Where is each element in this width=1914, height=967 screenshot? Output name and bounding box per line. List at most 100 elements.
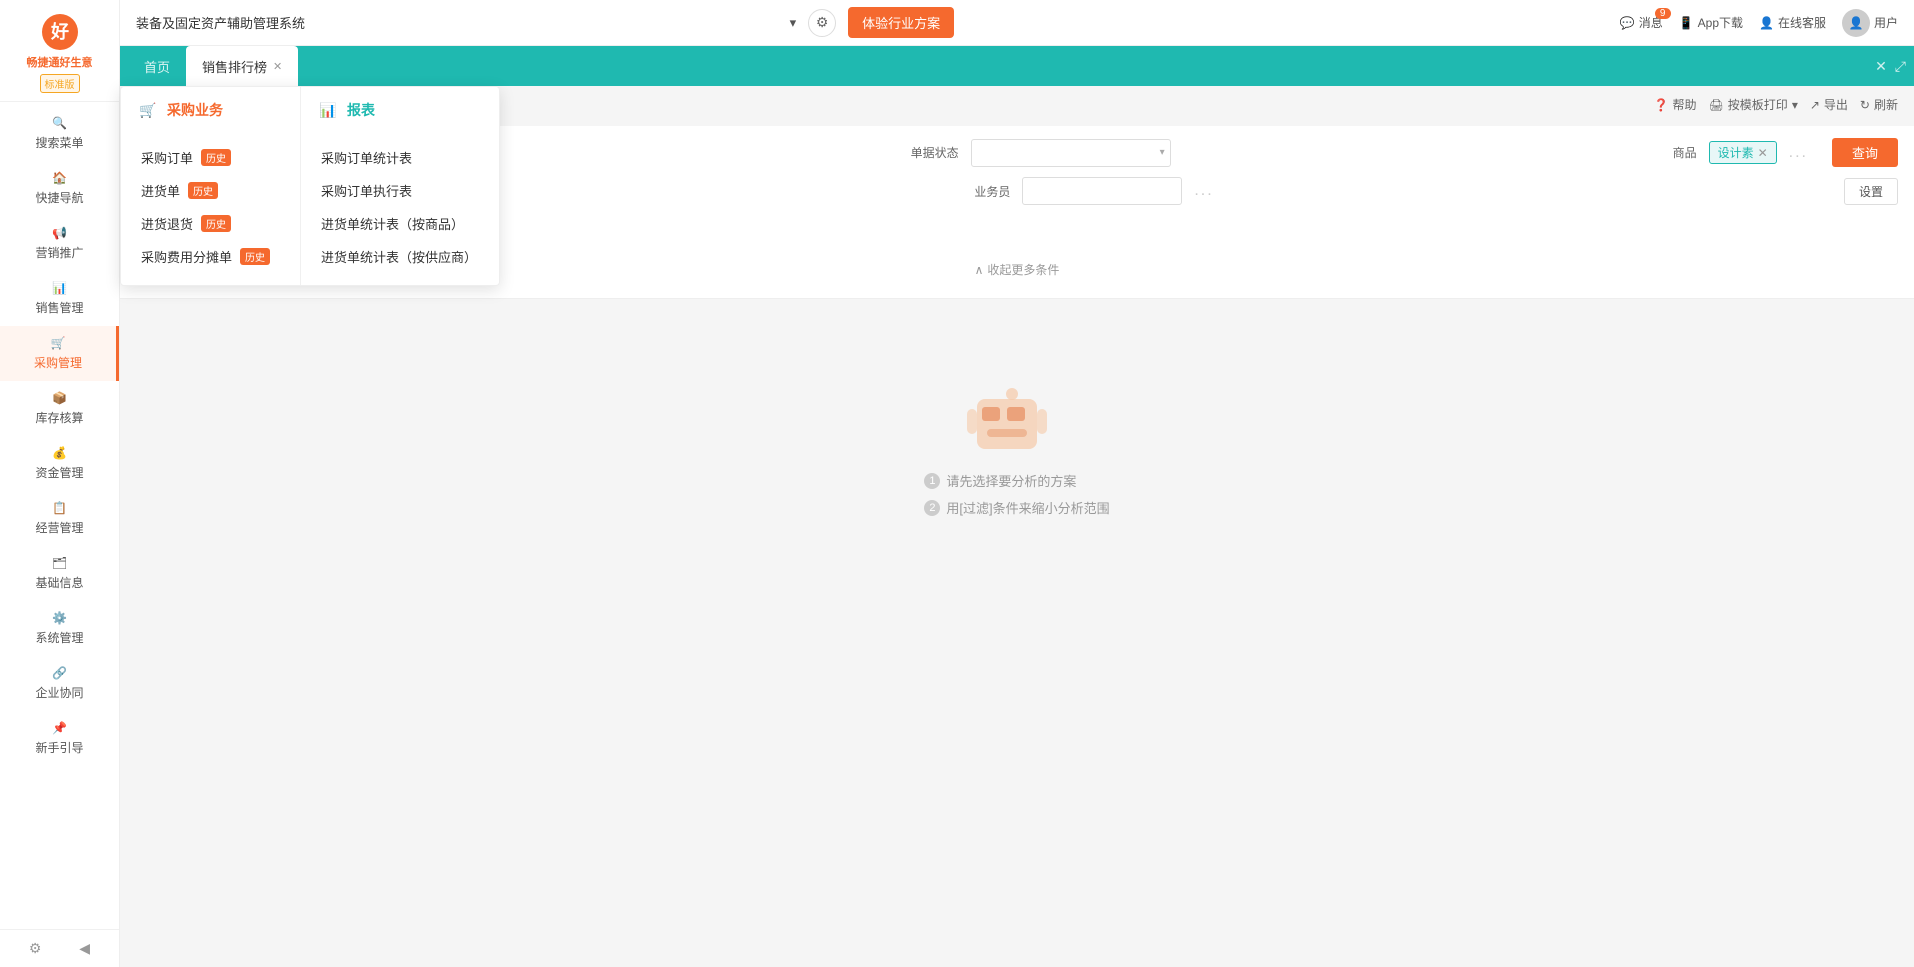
sidebar-item-quicknav[interactable]: 🏠 快捷导航 <box>0 161 119 216</box>
menu-purchase-order-exec[interactable]: 采购订单执行表 <box>317 174 481 207</box>
export-label: 导出 <box>1824 96 1848 113</box>
system-dropdown[interactable]: ▾ <box>790 15 797 31</box>
inbound-stats-supplier-label: 进货单统计表（按供应商） <box>321 247 477 266</box>
sidebar-item-search[interactable]: 🔍 搜索菜单 <box>0 106 119 161</box>
online-service-label: 在线客服 <box>1778 14 1826 31</box>
salesperson-more-btn[interactable]: ... <box>1194 182 1213 200</box>
sidebar-item-marketing[interactable]: 📢 营销推广 <box>0 216 119 271</box>
help-link[interactable]: ❓ 帮助 <box>1654 96 1697 113</box>
sidebar-item-operation[interactable]: 📋 经营管理 <box>0 491 119 546</box>
sidebar-label-enterprise: 企业协同 <box>35 684 83 701</box>
report-col: 📊 报表 采购订单统计表 采购订单执行表 进货单统计表（按商品） 进货单统计表（… <box>301 87 497 285</box>
app-name: 畅捷通好生意 <box>27 54 93 70</box>
quicknav-icon: 🏠 <box>52 171 67 185</box>
sidebar-label-guide: 新手引导 <box>35 739 83 756</box>
refresh-label: 刷新 <box>1874 96 1898 113</box>
marketing-icon: 📢 <box>52 226 67 240</box>
sidebar-collapse-btn[interactable]: ◀ <box>79 940 90 957</box>
status-select[interactable] <box>971 139 1171 167</box>
sidebar-item-sales[interactable]: 📊 销售管理 <box>0 271 119 326</box>
sidebar: 好 畅捷通好生意 标准版 🔍 搜索菜单 🏠 快捷导航 📢 营销推广 📊 销售管理… <box>0 0 120 967</box>
query-button[interactable]: 查询 <box>1832 138 1898 167</box>
tab-home-label: 首页 <box>144 57 170 76</box>
sidebar-menu: 🔍 搜索菜单 🏠 快捷导航 📢 营销推广 📊 销售管理 🛒 采购管理 📦 库存核… <box>0 102 119 929</box>
topright-tools: ❓ 帮助 🖨 按模板打印 ▾ ↗ 导出 ↻ 刷新 <box>1654 96 1898 113</box>
sidebar-settings-btn[interactable]: ⚙ <box>29 940 42 957</box>
menu-inbound[interactable]: 进货单 历史 <box>137 174 284 207</box>
refresh-link[interactable]: ↻ 刷新 <box>1860 96 1898 113</box>
empty-hint-2: 2 用[过滤]条件来缩小分析范围 <box>924 498 1109 517</box>
refresh-icon: ↻ <box>1860 98 1870 112</box>
sidebar-item-inventory[interactable]: 📦 库存核算 <box>0 381 119 436</box>
menu-purchase-fee[interactable]: 采购费用分摊单 历史 <box>137 240 284 273</box>
phone-icon: 📱 <box>1679 16 1694 30</box>
purchase-dropdown-menu: 🛒 采购业务 采购订单 历史 进货单 历史 进货退货 历史 采购费用分摊单 历史… <box>120 86 500 286</box>
collapse-up-icon: ∧ <box>975 263 984 277</box>
purchase-order-history-badge: 历史 <box>201 149 231 166</box>
sidebar-label-system: 系统管理 <box>35 629 83 646</box>
purchase-col-icon: 🛒 <box>137 99 159 121</box>
goods-tag-text: 设计素 <box>1718 144 1754 161</box>
inbound-history-badge: 历史 <box>188 182 218 199</box>
purchase-col-header: 🛒 采购业务 <box>137 99 284 129</box>
inbound-stats-goods-label: 进货单统计表（按商品） <box>321 214 464 233</box>
robot-icon <box>967 379 1067 459</box>
goods-tag-close-icon[interactable]: ✕ <box>1758 146 1768 160</box>
guide-icon: 📌 <box>52 721 67 735</box>
settings-btn-wrap: 设置 <box>1844 178 1898 205</box>
sidebar-item-capital[interactable]: 💰 资金管理 <box>0 436 119 491</box>
hint-1-text: 请先选择要分析的方案 <box>946 471 1076 490</box>
purchase-col-title: 采购业务 <box>167 100 223 120</box>
app-tag: 标准版 <box>40 74 80 93</box>
status-select-wrap <box>971 139 1171 167</box>
app-download-btn[interactable]: 📱 App下载 <box>1679 14 1743 31</box>
window-maximize-icon[interactable]: ⤢ <box>1895 58 1906 75</box>
menu-purchase-order-stats[interactable]: 采购订单统计表 <box>317 141 481 174</box>
hint-2-text: 用[过滤]条件来缩小分析范围 <box>946 498 1109 517</box>
print-link[interactable]: 🖨 按模板打印 ▾ <box>1709 96 1798 113</box>
settings-button[interactable]: 设置 <box>1844 178 1898 205</box>
tab-close-icon[interactable]: ✕ <box>273 60 282 73</box>
purchase-icon: 🛒 <box>51 336 66 350</box>
message-icon: 💬 <box>1620 16 1635 30</box>
menu-inbound-stats-goods[interactable]: 进货单统计表（按商品） <box>317 207 481 240</box>
goods-label: 商品 <box>1673 144 1697 161</box>
sales-icon: 📊 <box>52 281 67 295</box>
system-title: 装备及固定资产辅助管理系统 <box>136 13 778 32</box>
report-col-title: 报表 <box>347 100 375 120</box>
sidebar-item-basicinfo[interactable]: 🗂 基础信息 <box>0 546 119 601</box>
sidebar-bottom: ⚙ ◀ <box>0 929 119 967</box>
sidebar-label-basicinfo: 基础信息 <box>35 574 83 591</box>
basicinfo-icon: 🗂 <box>52 556 67 570</box>
message-btn[interactable]: 💬 9 消息 <box>1620 14 1663 31</box>
app-download-label: App下载 <box>1698 14 1743 31</box>
tab-home[interactable]: 首页 <box>128 46 186 86</box>
sidebar-label-quicknav: 快捷导航 <box>35 189 83 206</box>
menu-purchase-order[interactable]: 采购订单 历史 <box>137 141 284 174</box>
online-service-btn[interactable]: 👤 在线客服 <box>1759 14 1826 31</box>
user-avatar[interactable]: 👤 用户 <box>1842 9 1898 37</box>
sidebar-item-guide[interactable]: 📌 新手引导 <box>0 711 119 766</box>
app-logo-icon: 好 <box>40 12 80 52</box>
help-label: 帮助 <box>1673 96 1697 113</box>
menu-inbound-stats-supplier[interactable]: 进货单统计表（按供应商） <box>317 240 481 273</box>
topbar-settings-btn[interactable]: ⚙ <box>808 9 836 37</box>
tab-sales-rank[interactable]: 销售排行榜 ✕ <box>186 46 298 86</box>
sidebar-item-system[interactable]: ⚙️ 系统管理 <box>0 601 119 656</box>
help-icon: ❓ <box>1654 98 1669 112</box>
tabbar: 首页 销售排行榜 ✕ ✕ ⤢ <box>120 46 1914 86</box>
window-close-icon[interactable]: ✕ <box>1875 58 1887 75</box>
step1-num: 1 <box>924 473 940 489</box>
step2-num: 2 <box>924 500 940 516</box>
sidebar-label-inventory: 库存核算 <box>35 409 83 426</box>
sidebar-label-operation: 经营管理 <box>35 519 83 536</box>
sidebar-item-enterprise[interactable]: 🔗 企业协同 <box>0 656 119 711</box>
sidebar-item-purchase[interactable]: 🛒 采购管理 <box>0 326 119 381</box>
goods-more-btn[interactable]: ... <box>1789 144 1808 162</box>
industry-btn[interactable]: 体验行业方案 <box>848 7 954 38</box>
salesperson-input[interactable] <box>1022 177 1182 205</box>
system-icon: ⚙️ <box>52 611 67 625</box>
menu-inbound-return[interactable]: 进货退货 历史 <box>137 207 284 240</box>
purchase-fee-history-badge: 历史 <box>240 248 270 265</box>
export-link[interactable]: ↗ 导出 <box>1810 96 1848 113</box>
